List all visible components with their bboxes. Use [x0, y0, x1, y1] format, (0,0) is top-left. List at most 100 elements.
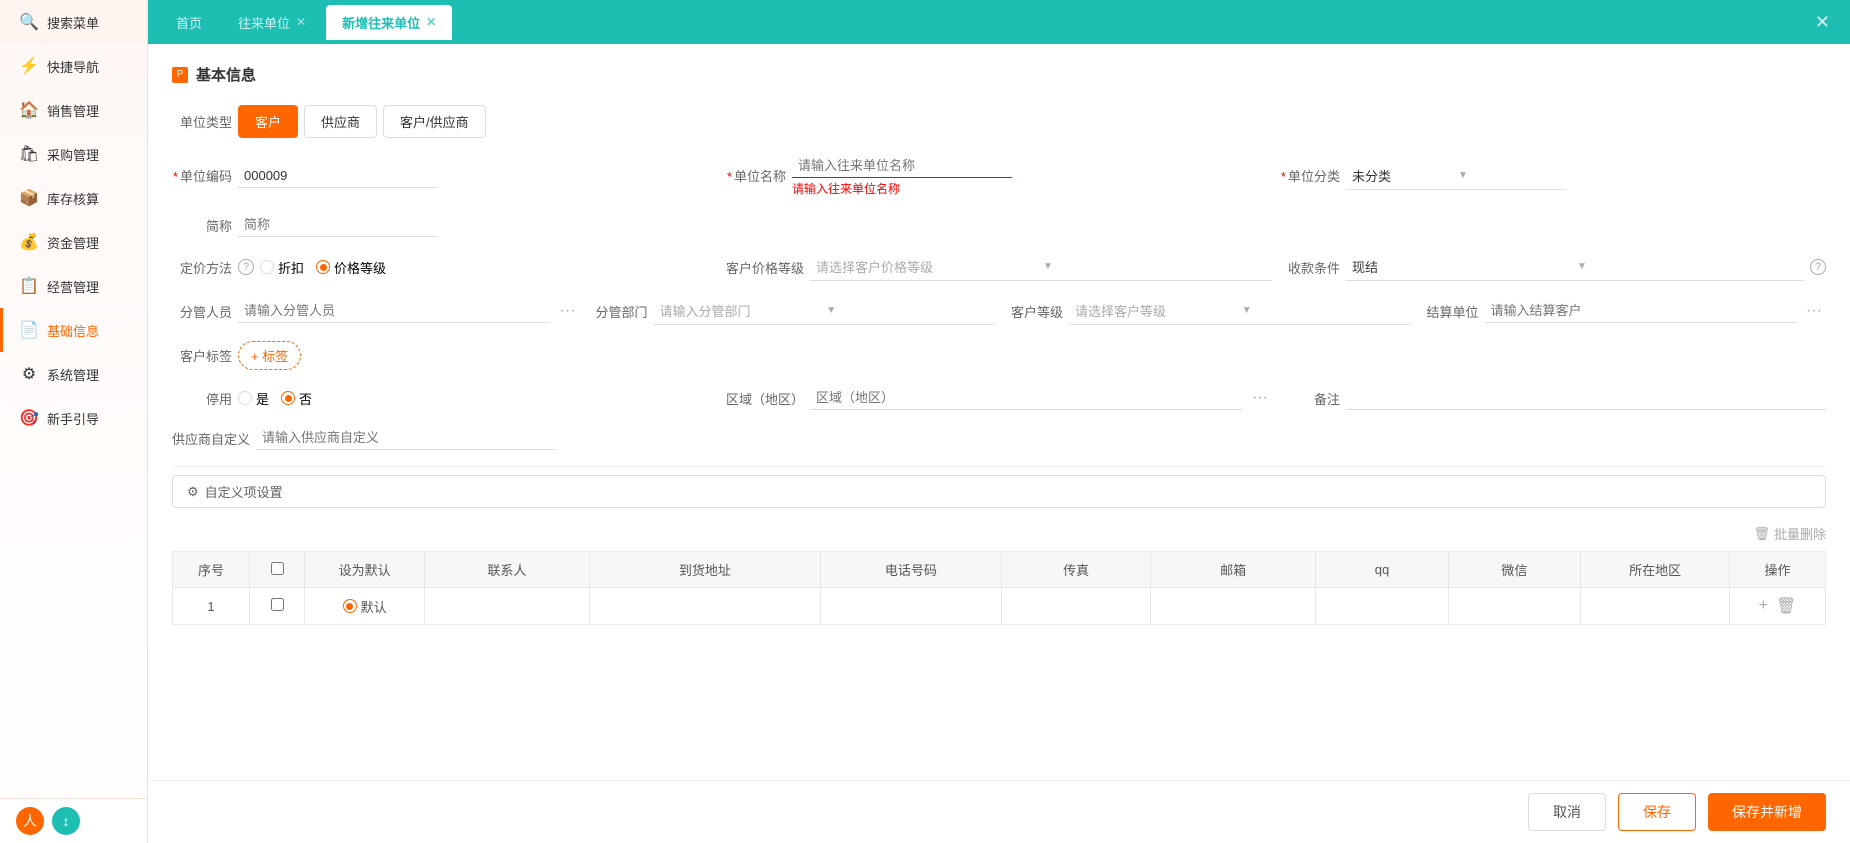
unit-type-supplier-btn[interactable]: 供应商 — [304, 105, 377, 138]
sidebar-item-quick-nav[interactable]: ⚡ 快捷导航 — [0, 44, 147, 88]
batch-delete-label[interactable]: 批量删除 — [1774, 524, 1826, 543]
pricing-discount-radio[interactable]: 折扣 — [260, 258, 304, 277]
add-row-icon[interactable]: + — [1759, 597, 1768, 615]
sidebar-item-system[interactable]: ⚙ 系统管理 — [0, 352, 147, 396]
remark-label: 备注 — [1280, 389, 1340, 408]
cell-qq — [1316, 588, 1448, 625]
price-level-select[interactable]: 请选择客户价格等级 ▼ — [810, 253, 1272, 281]
sidebar-item-guide[interactable]: 🎯 新手引导 — [0, 396, 147, 440]
box-icon: 📦 — [19, 188, 39, 208]
customer-level-select[interactable]: 请选择客户等级 ▼ — [1069, 297, 1411, 325]
supplier-custom-row: 供应商自定义 — [172, 426, 1826, 450]
delete-row-icon[interactable]: 🗑 — [1776, 596, 1796, 616]
sidebar-item-label: 基础信息 — [47, 321, 99, 340]
unit-code-input[interactable] — [238, 164, 438, 188]
col-wechat: 微信 — [1448, 552, 1580, 588]
tab-unit-list-close[interactable]: ✕ — [296, 15, 306, 29]
tab-home[interactable]: 首页 — [160, 5, 218, 40]
disabled-no-radio[interactable]: 否 — [281, 389, 312, 408]
money-icon: 💰 — [19, 232, 39, 252]
region-input[interactable] — [810, 386, 1242, 410]
remark-input[interactable] — [1346, 386, 1826, 410]
unit-type-customer-btn[interactable]: 客户 — [238, 105, 298, 138]
disabled-region-row: 停用 是 否 区域（地区） ··· 备注 — [172, 386, 1826, 410]
manager-more-icon[interactable]: ··· — [556, 302, 580, 320]
search-icon: 🔍 — [19, 12, 39, 32]
col-seq: 序号 — [173, 552, 250, 588]
department-select[interactable]: 请输入分管部门 ▼ — [654, 297, 996, 325]
sidebar-item-basic-info[interactable]: 📄 基础信息 — [0, 308, 147, 352]
pricing-level-circle — [316, 260, 330, 274]
phone-input[interactable] — [866, 599, 956, 614]
cancel-button[interactable]: 取消 — [1528, 793, 1606, 831]
sidebar-item-finance[interactable]: 💰 资金管理 — [0, 220, 147, 264]
sidebar-item-label: 系统管理 — [47, 365, 99, 384]
custom-settings-button[interactable]: ⚙ 自定义项设置 — [172, 475, 1826, 508]
contact-input[interactable] — [467, 599, 547, 614]
department-label: 分管部门 — [588, 302, 648, 321]
short-name-input[interactable] — [238, 213, 438, 237]
unit-name-input[interactable] — [792, 154, 1012, 178]
department-arrow-icon: ▼ — [826, 305, 989, 316]
tab-unit-list[interactable]: 往来单位 ✕ — [222, 5, 322, 40]
user-avatar[interactable]: 人 — [16, 807, 44, 835]
price-level-arrow-icon: ▼ — [1043, 261, 1266, 272]
wechat-input[interactable] — [1484, 599, 1544, 614]
tab-bar: 首页 往来单位 ✕ 新增往来单位 ✕ ✕ — [148, 0, 1850, 44]
col-region: 所在地区 — [1581, 552, 1730, 588]
footer-bar: 取消 保存 保存并新增 — [148, 780, 1850, 843]
main-area: 首页 往来单位 ✕ 新增往来单位 ✕ ✕ P 基本信息 单位类型 客户 供应商 … — [148, 0, 1850, 843]
manager-input[interactable] — [238, 299, 550, 323]
tab-add-unit-close[interactable]: ✕ — [426, 15, 436, 29]
table-body: 1 默认 — [173, 588, 1826, 625]
payment-terms-select[interactable]: 现结 ▼ — [1346, 253, 1804, 281]
unit-category-value: 未分类 — [1352, 166, 1454, 185]
disabled-label: 停用 — [172, 389, 232, 408]
supplier-custom-input[interactable] — [256, 426, 556, 450]
sidebar-item-purchase[interactable]: 🛍 采购管理 — [0, 132, 147, 176]
payment-terms-help-icon[interactable]: ? — [1810, 259, 1826, 275]
table-header: 序号 设为默认 联系人 到货地址 电话号码 传真 邮箱 qq 微信 所在地区 操… — [173, 552, 1826, 588]
settlement-unit-input[interactable] — [1485, 299, 1797, 323]
save-new-button[interactable]: 保存并新增 — [1708, 793, 1826, 831]
supplier-custom-group: 供应商自定义 — [172, 426, 1826, 450]
email-input[interactable] — [1193, 599, 1273, 614]
col-email: 邮箱 — [1151, 552, 1316, 588]
sidebar-item-inventory[interactable]: 📦 库存核算 — [0, 176, 147, 220]
unit-category-select[interactable]: 未分类 ▼ — [1346, 162, 1566, 190]
window-close-icon[interactable]: ✕ — [1807, 8, 1838, 37]
cell-wechat — [1448, 588, 1580, 625]
price-level-label: 客户价格等级 — [726, 258, 804, 277]
sidebar: 🔍 搜索菜单 ⚡ 快捷导航 🏠 销售管理 🛍 采购管理 📦 库存核算 💰 资金管… — [0, 0, 148, 843]
customer-level-group: 客户等级 请选择客户等级 ▼ — [1003, 297, 1411, 325]
disabled-yes-radio[interactable]: 是 — [238, 389, 269, 408]
add-tag-button[interactable]: + 标签 — [238, 341, 301, 370]
settings-bottom-icon[interactable]: ↕ — [52, 807, 80, 835]
sidebar-item-label: 采购管理 — [47, 145, 99, 164]
sidebar-item-operations[interactable]: 📋 经营管理 — [0, 264, 147, 308]
select-all-checkbox[interactable] — [271, 562, 284, 575]
fax-input[interactable] — [1041, 599, 1111, 614]
unit-type-row: 单位类型 客户 供应商 客户/供应商 — [172, 105, 1826, 138]
unit-name-input-wrapper: 请输入往来单位名称 — [792, 154, 1272, 197]
tab-add-unit[interactable]: 新增往来单位 ✕ — [326, 5, 452, 40]
content-area: P 基本信息 单位类型 客户 供应商 客户/供应商 单位编码 单位名称 — [148, 44, 1850, 780]
sidebar-item-sales[interactable]: 🏠 销售管理 — [0, 88, 147, 132]
customer-tag-label: 客户标签 — [172, 346, 232, 365]
settlement-unit-more-icon[interactable]: ··· — [1802, 302, 1826, 320]
qq-input[interactable] — [1352, 599, 1412, 614]
price-level-placeholder: 请选择客户价格等级 — [816, 257, 1039, 276]
divider — [172, 466, 1826, 467]
region-more-icon[interactable]: ··· — [1248, 389, 1272, 407]
sidebar-item-search[interactable]: 🔍 搜索菜单 — [0, 0, 147, 44]
pricing-level-radio[interactable]: 价格等级 — [316, 258, 386, 277]
unit-type-both-btn[interactable]: 客户/供应商 — [383, 105, 486, 138]
save-button[interactable]: 保存 — [1618, 793, 1696, 831]
default-radio[interactable]: 默认 — [315, 597, 413, 616]
row-checkbox[interactable] — [271, 598, 284, 611]
unit-type-group: 单位类型 客户 供应商 客户/供应商 — [172, 105, 1826, 138]
address-input[interactable] — [645, 599, 765, 614]
default-radio-label: 默认 — [361, 597, 387, 616]
region-cell-input[interactable] — [1620, 599, 1690, 614]
pricing-help-icon[interactable]: ? — [238, 259, 254, 275]
